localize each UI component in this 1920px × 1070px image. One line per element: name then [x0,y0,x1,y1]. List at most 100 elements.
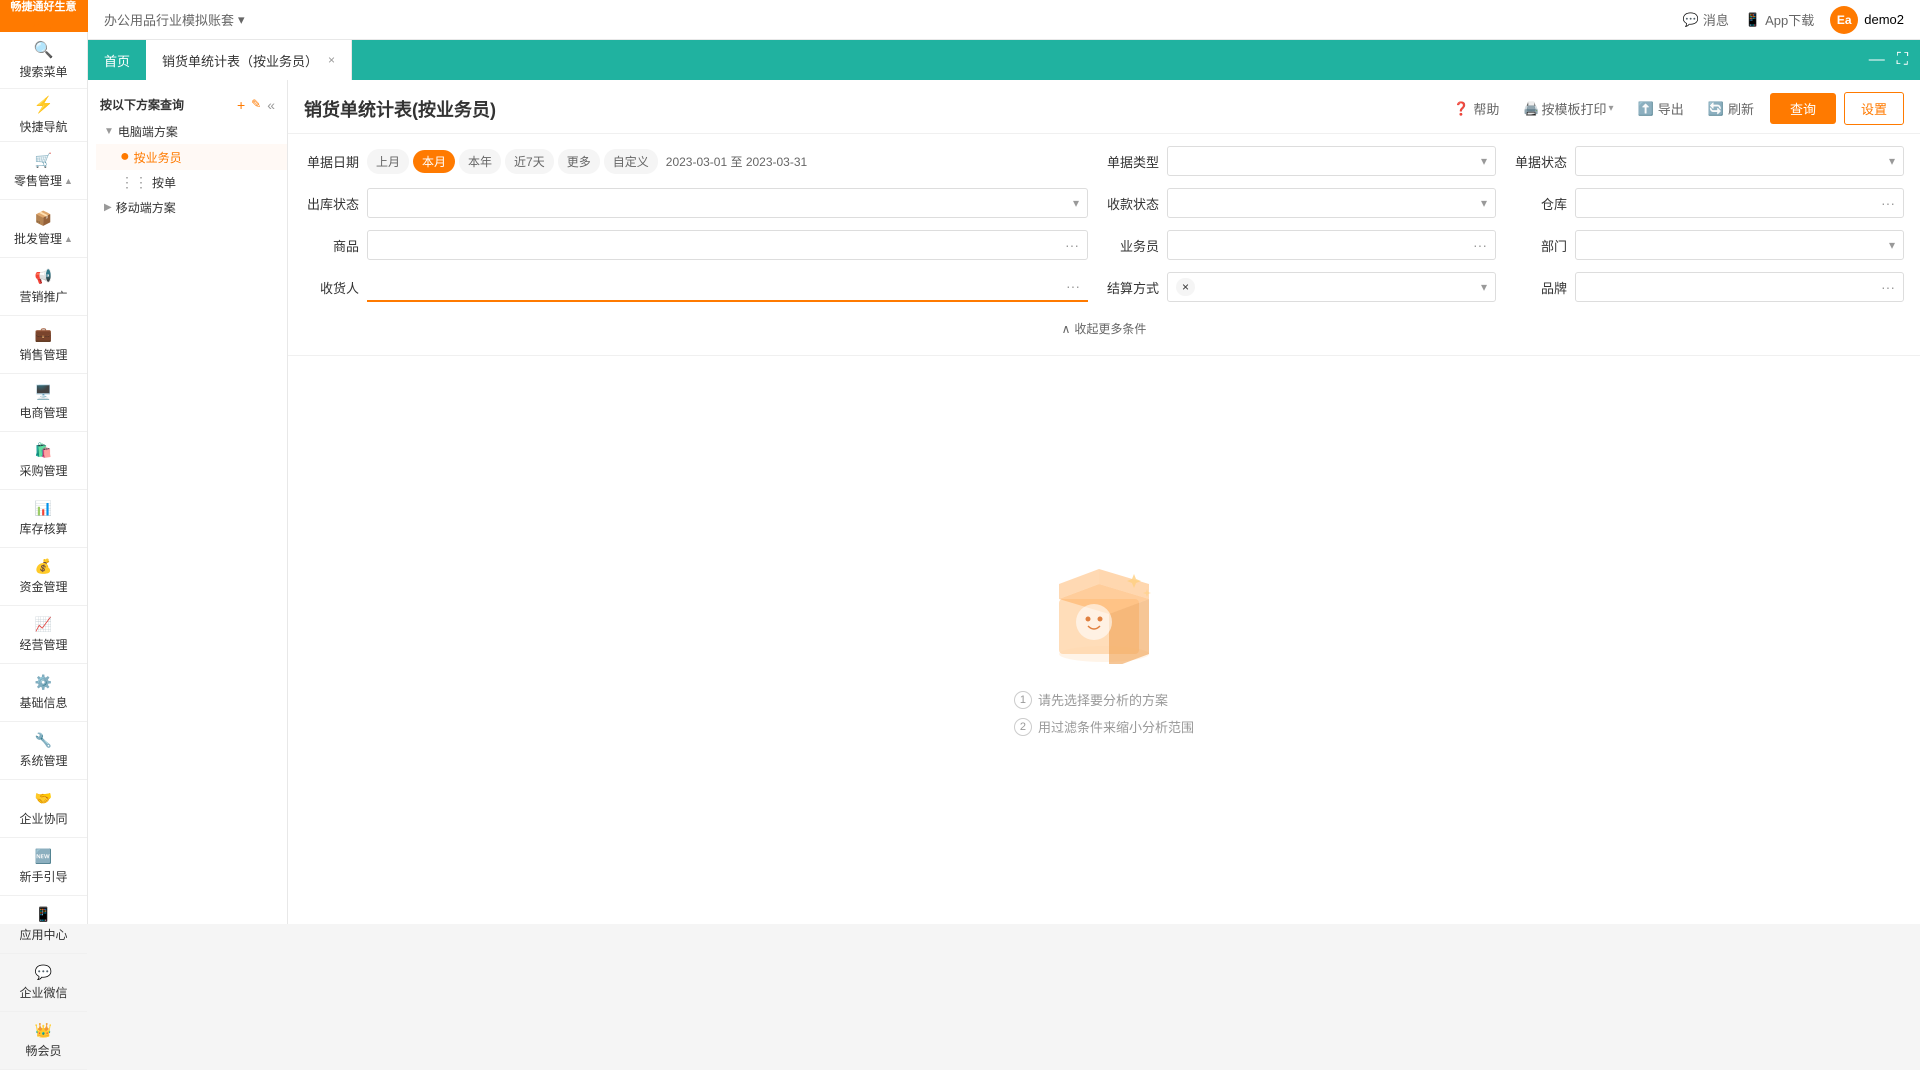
sidebar-item-basic[interactable]: ⚙️ 基础信息 [0,664,87,722]
page-title: 销货单统计表(按业务员) [304,96,496,122]
main-panel: 销货单统计表(按业务员) ❓ 帮助 🖨️ 按模板打印 ▾ ⬆️ 导出 [288,80,1920,924]
docstatus-input[interactable]: ▾ [1575,146,1904,176]
add-scheme-icon[interactable]: + [237,97,245,113]
date-btn-custom[interactable]: 自定义 [604,149,658,174]
filter-group-payment: 结算方式 × ▾ [1104,272,1496,302]
date-btn-more[interactable]: 更多 [558,149,600,174]
sidebar-item-operations-label: 经营管理 [19,636,67,653]
filter-row-1: 单据日期 上月 本月 本年 近7天 更多 自定义 2023-03-01 至 20… [304,146,1904,176]
department-dropdown-icon: ▾ [1889,238,1895,252]
outstatus-input[interactable]: ▾ [367,188,1088,218]
salesperson-dots-icon[interactable]: ··· [1473,237,1487,253]
doctype-input[interactable]: ▾ [1167,146,1496,176]
tab-actions: — ⛶ [1865,40,1920,80]
filter-group-doctype: 单据类型 ▾ [1104,146,1496,176]
sidebar-item-appstore[interactable]: 📱 应用中心 [0,896,87,954]
filter-sub-document-label: 按单 [152,174,176,191]
sidebar-item-guide[interactable]: 🆕 新手引导 [0,838,87,896]
receiptstatus-input[interactable]: ▾ [1167,188,1496,218]
sidebar-item-operations[interactable]: 📈 经营管理 [0,606,87,664]
collapse-bar[interactable]: ∧ 收起更多条件 [304,314,1904,343]
filter-group-outstatus: 出库状态 ▾ [304,188,1088,218]
empty-illustration [1029,544,1179,674]
sidebar-item-wholesale-label: 批发管理 ▲ [14,230,73,247]
collapse-scheme-icon[interactable]: « [267,97,275,113]
date-btn-7days[interactable]: 近7天 [505,149,554,174]
sidebar-item-inventory[interactable]: 📊 库存核算 [0,490,87,548]
receiver-dots-icon[interactable]: ··· [1066,278,1080,294]
sidebar-item-purchase[interactable]: 🛍️ 采购管理 [0,432,87,490]
sidebar-item-purchase-label: 采购管理 [19,462,67,479]
sidebar-item-finance[interactable]: 💰 资金管理 [0,548,87,606]
refresh-btn[interactable]: 🔄 刷新 [1700,95,1762,122]
payment-tag: × [1176,278,1195,296]
avatar-initial: Ea [1837,13,1852,27]
filter-group-salesperson: 业务员 ··· [1104,230,1496,260]
help-label: 帮助 [1473,99,1499,118]
filter-sub-salesperson[interactable]: ● 按业务员 [96,144,287,170]
date-btn-thisyear[interactable]: 本年 [459,149,501,174]
date-btn-lastmonth[interactable]: 上月 [367,149,409,174]
brand-dots-icon[interactable]: ··· [1881,279,1895,295]
topbar-right: 💬 消息 📱 App下载 Ea demo2 [1683,6,1904,34]
sidebar-quicknav[interactable]: ⚡ 快捷导航 [0,89,87,142]
tab-close-icon[interactable]: × [328,53,335,67]
product-dots-icon[interactable]: ··· [1065,237,1079,253]
print-icon: 🖨️ [1523,101,1539,117]
brand-input[interactable]: ··· [1575,272,1904,302]
message-icon: 💬 [1683,12,1699,28]
empty-hint-1: 1 请先选择要分析的方案 [1014,690,1194,709]
sidebar-item-member[interactable]: 👑 畅会员 [0,1012,87,1070]
filter-tree-pc[interactable]: ▼ 电脑端方案 [96,119,287,144]
sidebar-item-wecom[interactable]: 💬 企业微信 [0,954,87,1012]
filter-tree-mobile[interactable]: ▶ 移动端方案 [96,195,287,220]
message-label: 消息 [1703,10,1729,29]
sidebar: 畅捷通好生意 标版 🔍 搜索菜单 ⚡ 快捷导航 🛒 零售管理 ▲ 📦 批发管理 … [0,0,88,924]
sidebar-item-ecommerce[interactable]: 🖥️ 电商管理 [0,374,87,432]
sidebar-item-member-label: 畅会员 [25,1042,61,1059]
date-btn-thismonth[interactable]: 本月 [413,150,455,173]
query-button[interactable]: 查询 [1770,93,1836,124]
content-area: 按以下方案查询 + ✎ « ▼ 电脑端方案 ● 按业务员 ⋮⋮ 按 [88,80,1920,924]
tab-expand-icon[interactable]: ⛶ [1893,47,1912,73]
sidebar-item-inventory-label: 库存核算 [19,520,67,537]
setting-button[interactable]: 设置 [1844,92,1904,125]
collapse-label: 收起更多条件 [1074,320,1146,337]
tab-home[interactable]: 首页 [88,40,146,80]
payment-tag-close[interactable]: × [1182,280,1189,294]
sidebar-item-marketing[interactable]: 📢 营销推广 [0,258,87,316]
sidebar-item-enterprise[interactable]: 🤝 企业协同 [0,780,87,838]
sidebar-item-wecom-label: 企业微信 [19,984,67,1001]
sidebar-item-system[interactable]: 🔧 系统管理 [0,722,87,780]
department-input[interactable]: ▾ [1575,230,1904,260]
filter-sub-document[interactable]: ⋮⋮ 按单 [96,170,287,195]
help-btn[interactable]: ❓ 帮助 [1445,95,1507,122]
payment-input[interactable]: × ▾ [1167,272,1496,302]
topbar: 办公用品行业模拟账套 ▾ 💬 消息 📱 App下载 Ea demo2 [88,0,1920,40]
document-icon: ⋮⋮ [120,174,148,191]
product-input[interactable]: ··· [367,230,1088,260]
sidebar-item-sales-label: 销售管理 [19,346,67,363]
warehouse-dots-icon[interactable]: ··· [1881,195,1895,211]
receiptstatus-dropdown-icon: ▾ [1481,196,1487,210]
print-btn[interactable]: 🖨️ 按模板打印 ▾ [1515,95,1621,122]
filter-tree: ▼ 电脑端方案 ● 按业务员 ⋮⋮ 按单 ▶ 移动端方案 [88,119,287,220]
export-btn[interactable]: ⬆️ 导出 [1630,95,1692,122]
breadcrumb-arrow-icon[interactable]: ▾ [238,12,245,28]
salesperson-input[interactable]: ··· [1167,230,1496,260]
edit-scheme-icon[interactable]: ✎ [251,97,261,113]
sidebar-item-retail[interactable]: 🛒 零售管理 ▲ [0,142,87,200]
tab-active[interactable]: 销货单统计表（按业务员） × [146,40,352,80]
sidebar-item-ecommerce-label: 电商管理 [19,404,67,421]
sidebar-item-wholesale[interactable]: 📦 批发管理 ▲ [0,200,87,258]
user-menu[interactable]: Ea demo2 [1830,6,1904,34]
app-download-action[interactable]: 📱 App下载 [1745,10,1814,29]
warehouse-input[interactable]: ··· [1575,188,1904,218]
sidebar-search[interactable]: 🔍 搜索菜单 [0,32,87,89]
app-logo[interactable]: 畅捷通好生意 标版 [0,0,88,32]
receiver-input[interactable]: ··· [367,272,1088,302]
message-action[interactable]: 💬 消息 [1683,10,1729,29]
tab-minimize-icon[interactable]: — [1865,47,1889,73]
username-label: demo2 [1864,12,1904,27]
sidebar-item-sales[interactable]: 💼 销售管理 [0,316,87,374]
